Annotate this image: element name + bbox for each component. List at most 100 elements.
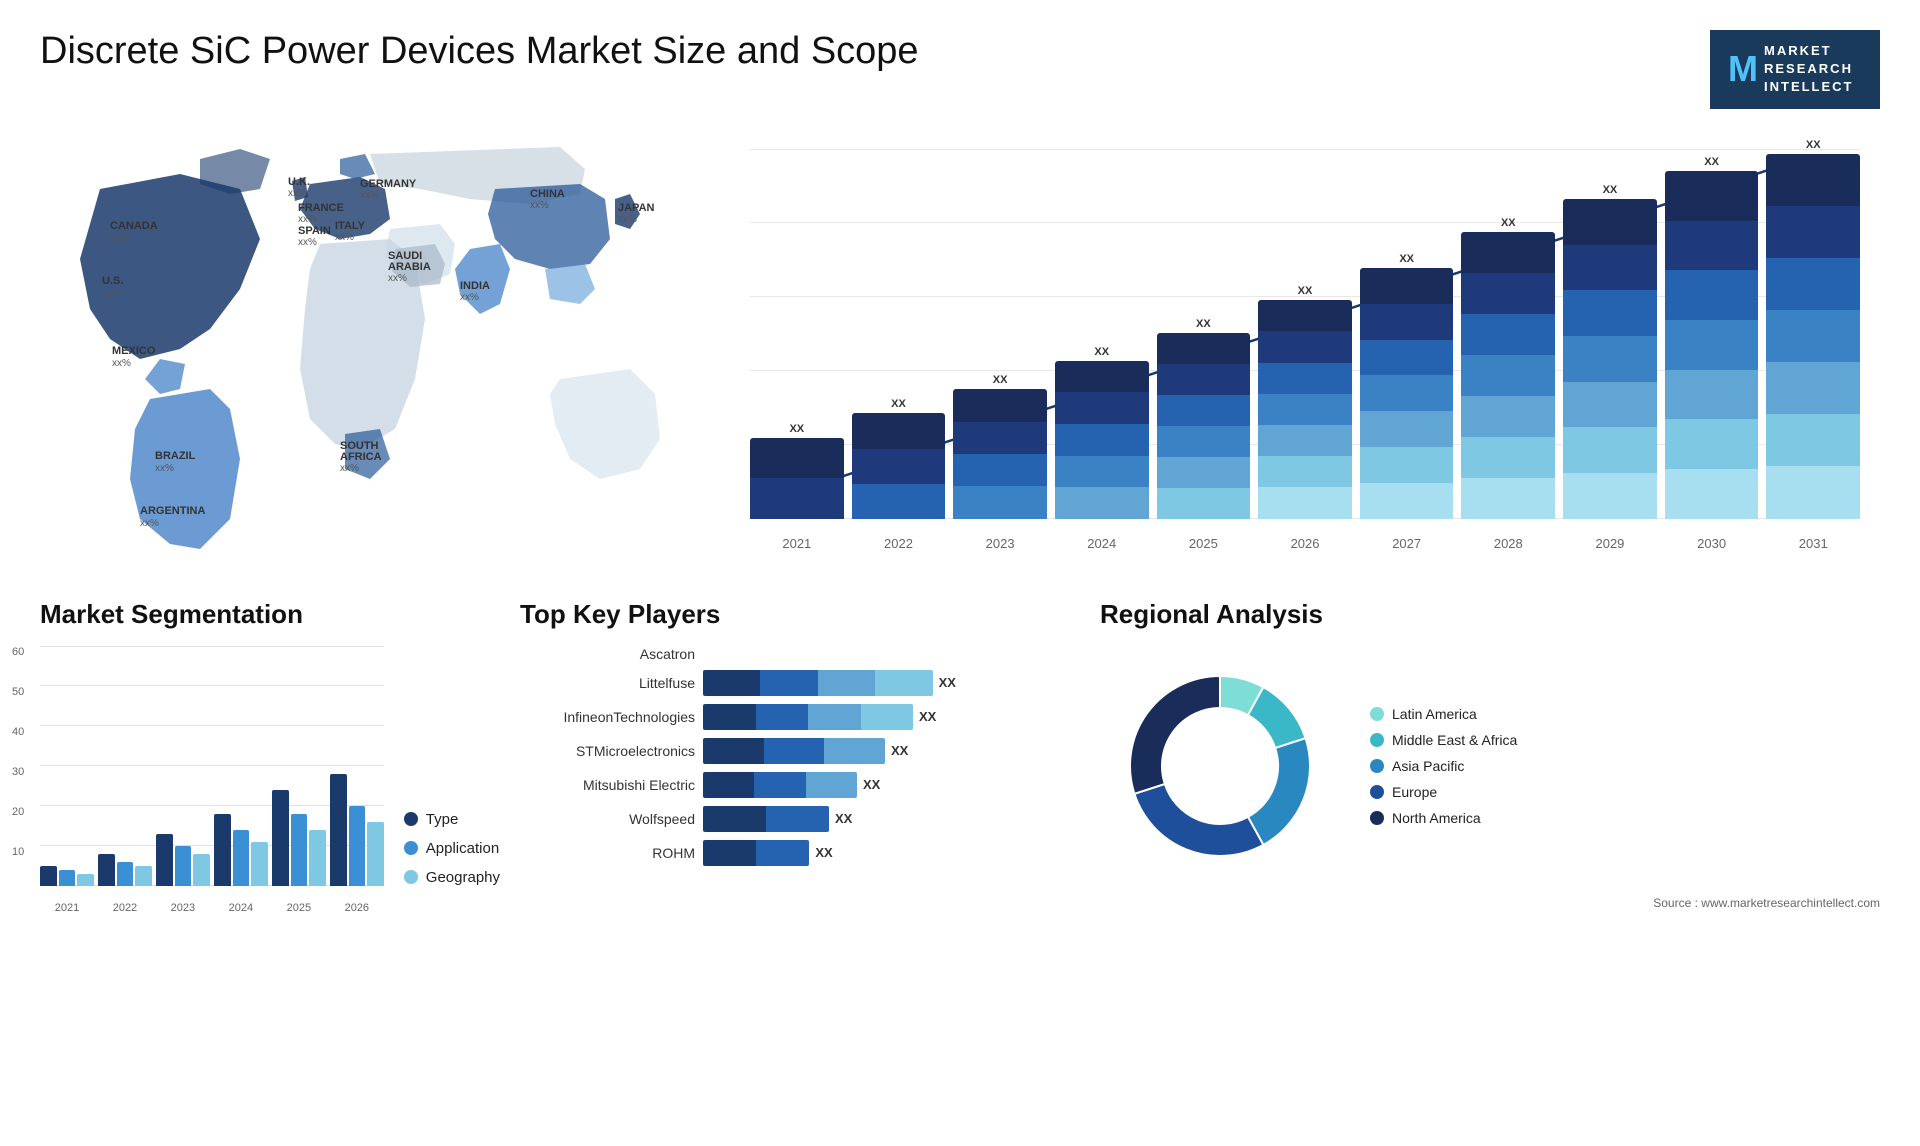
growth-bar-group: XX xyxy=(1157,139,1251,519)
svg-text:FRANCE: FRANCE xyxy=(298,202,344,214)
donut-chart xyxy=(1100,646,1340,886)
seg-x-label: 2023 xyxy=(156,902,210,914)
player-name: Ascatron xyxy=(520,646,695,662)
player-bar-wrap: XX xyxy=(703,840,1080,866)
player-bar-segment xyxy=(764,738,825,764)
growth-bar-segment xyxy=(1157,395,1251,426)
player-bar-wrap: XX xyxy=(703,738,1080,764)
growth-bar-segment xyxy=(1563,382,1657,428)
growth-bar-segment xyxy=(1563,245,1657,291)
growth-year-label: 2028 xyxy=(1461,536,1555,551)
seg-bar xyxy=(98,854,115,886)
growth-year-label: 2031 xyxy=(1766,536,1860,551)
growth-bar-segment xyxy=(1665,419,1759,469)
svg-text:GERMANY: GERMANY xyxy=(360,178,417,190)
donut-area: Latin AmericaMiddle East & AfricaAsia Pa… xyxy=(1100,646,1880,886)
player-name: STMicroelectronics xyxy=(520,743,695,759)
donut-segment xyxy=(1248,738,1310,845)
seg-legend-item: Type xyxy=(404,811,500,828)
player-bar-wrap: XX xyxy=(703,704,1080,730)
player-bar-segment xyxy=(703,806,766,832)
growth-bar-segment xyxy=(1766,414,1860,466)
player-value: XX xyxy=(919,709,936,724)
player-bar-segment xyxy=(875,670,932,696)
player-row: STMicroelectronics XX xyxy=(520,738,1080,764)
growth-bar-group: XX xyxy=(1461,139,1555,519)
seg-x-label: 2024 xyxy=(214,902,268,914)
player-name: Littelfuse xyxy=(520,675,695,691)
players-list: Ascatron Littelfuse XX InfineonTechnologies… xyxy=(520,646,1080,866)
seg-bar xyxy=(156,834,173,886)
seg-bars xyxy=(40,646,384,886)
growth-x-labels: 2021202220232024202520262027202820292030… xyxy=(750,536,1860,551)
seg-bar-group xyxy=(330,646,384,886)
svg-text:CHINA: CHINA xyxy=(530,188,565,200)
player-row: ROHMXX xyxy=(520,840,1080,866)
player-bar-segment xyxy=(756,840,809,866)
growth-xx-label: XX xyxy=(1399,253,1414,265)
growth-bar-segment xyxy=(1055,456,1149,488)
player-bar-segment xyxy=(703,840,756,866)
growth-xx-label: XX xyxy=(891,398,906,410)
player-row: Ascatron xyxy=(520,646,1080,662)
player-bar-wrap: XX xyxy=(703,772,1080,798)
seg-bar xyxy=(309,830,326,886)
player-bar-segment xyxy=(818,670,875,696)
growth-xx-label: XX xyxy=(1298,285,1313,297)
player-bar-segment xyxy=(806,772,857,798)
regional-legend-dot xyxy=(1370,733,1384,747)
player-bar-segment xyxy=(703,738,764,764)
growth-bar-segment xyxy=(1258,300,1352,331)
seg-bar xyxy=(367,822,384,886)
regional-legend: Latin AmericaMiddle East & AfricaAsia Pa… xyxy=(1370,706,1517,826)
growth-bar-segment xyxy=(1055,487,1149,519)
regional-legend-label: Asia Pacific xyxy=(1392,758,1464,774)
seg-bar xyxy=(193,854,210,886)
logo-line2: RESEARCH xyxy=(1764,60,1854,78)
player-name: Mitsubishi Electric xyxy=(520,777,695,793)
growth-bar-segment xyxy=(1157,426,1251,457)
seg-bar xyxy=(117,862,134,886)
growth-bar-segment xyxy=(1766,258,1860,310)
seg-bar-group xyxy=(40,646,94,886)
growth-bar-segment xyxy=(1157,333,1251,364)
growth-bar-group: XX xyxy=(750,139,844,519)
growth-bar-segment xyxy=(1563,199,1657,245)
seg-bar xyxy=(330,774,347,886)
growth-bar-stack xyxy=(1360,268,1454,519)
player-bar-segment xyxy=(703,772,754,798)
growth-bar-segment xyxy=(953,454,1047,486)
logo-line3: INTELLECT xyxy=(1764,78,1854,96)
growth-bar-segment xyxy=(1360,340,1454,376)
regional-section: Regional Analysis Latin AmericaMiddle Ea… xyxy=(1100,599,1880,916)
regional-legend-dot xyxy=(1370,759,1384,773)
world-map-section: CANADA xx% U.S. xx% MEXICO xx% BRAZIL xx… xyxy=(40,129,700,569)
player-bar-container xyxy=(703,704,913,730)
growth-year-label: 2026 xyxy=(1258,536,1352,551)
growth-bar-segment xyxy=(1258,425,1352,456)
seg-legend-item: Geography xyxy=(404,869,500,886)
regional-legend-item: North America xyxy=(1370,810,1517,826)
growth-xx-label: XX xyxy=(1806,139,1821,151)
regional-legend-item: Latin America xyxy=(1370,706,1517,722)
seg-x-labels: 202120222023202420252026 xyxy=(40,902,384,914)
svg-text:AFRICA: AFRICA xyxy=(340,451,382,463)
regional-legend-dot xyxy=(1370,811,1384,825)
growth-xx-label: XX xyxy=(789,423,804,435)
seg-legend-item: Application xyxy=(404,840,500,857)
growth-xx-label: XX xyxy=(1196,318,1211,330)
growth-bar-segment xyxy=(953,422,1047,454)
player-row: Mitsubishi Electric XX xyxy=(520,772,1080,798)
growth-bar-segment xyxy=(852,484,946,519)
player-bar-segment xyxy=(760,670,817,696)
seg-bar xyxy=(135,866,152,886)
player-name: InfineonTechnologies xyxy=(520,709,695,725)
growth-bar-group: XX xyxy=(852,139,946,519)
growth-bar-group: XX xyxy=(1766,139,1860,519)
growth-year-label: 2030 xyxy=(1665,536,1759,551)
svg-text:xx%: xx% xyxy=(155,463,174,474)
growth-bar-stack xyxy=(852,413,946,518)
svg-text:xx%: xx% xyxy=(335,232,354,243)
player-bar-container xyxy=(703,670,933,696)
growth-bar-segment xyxy=(1360,304,1454,340)
